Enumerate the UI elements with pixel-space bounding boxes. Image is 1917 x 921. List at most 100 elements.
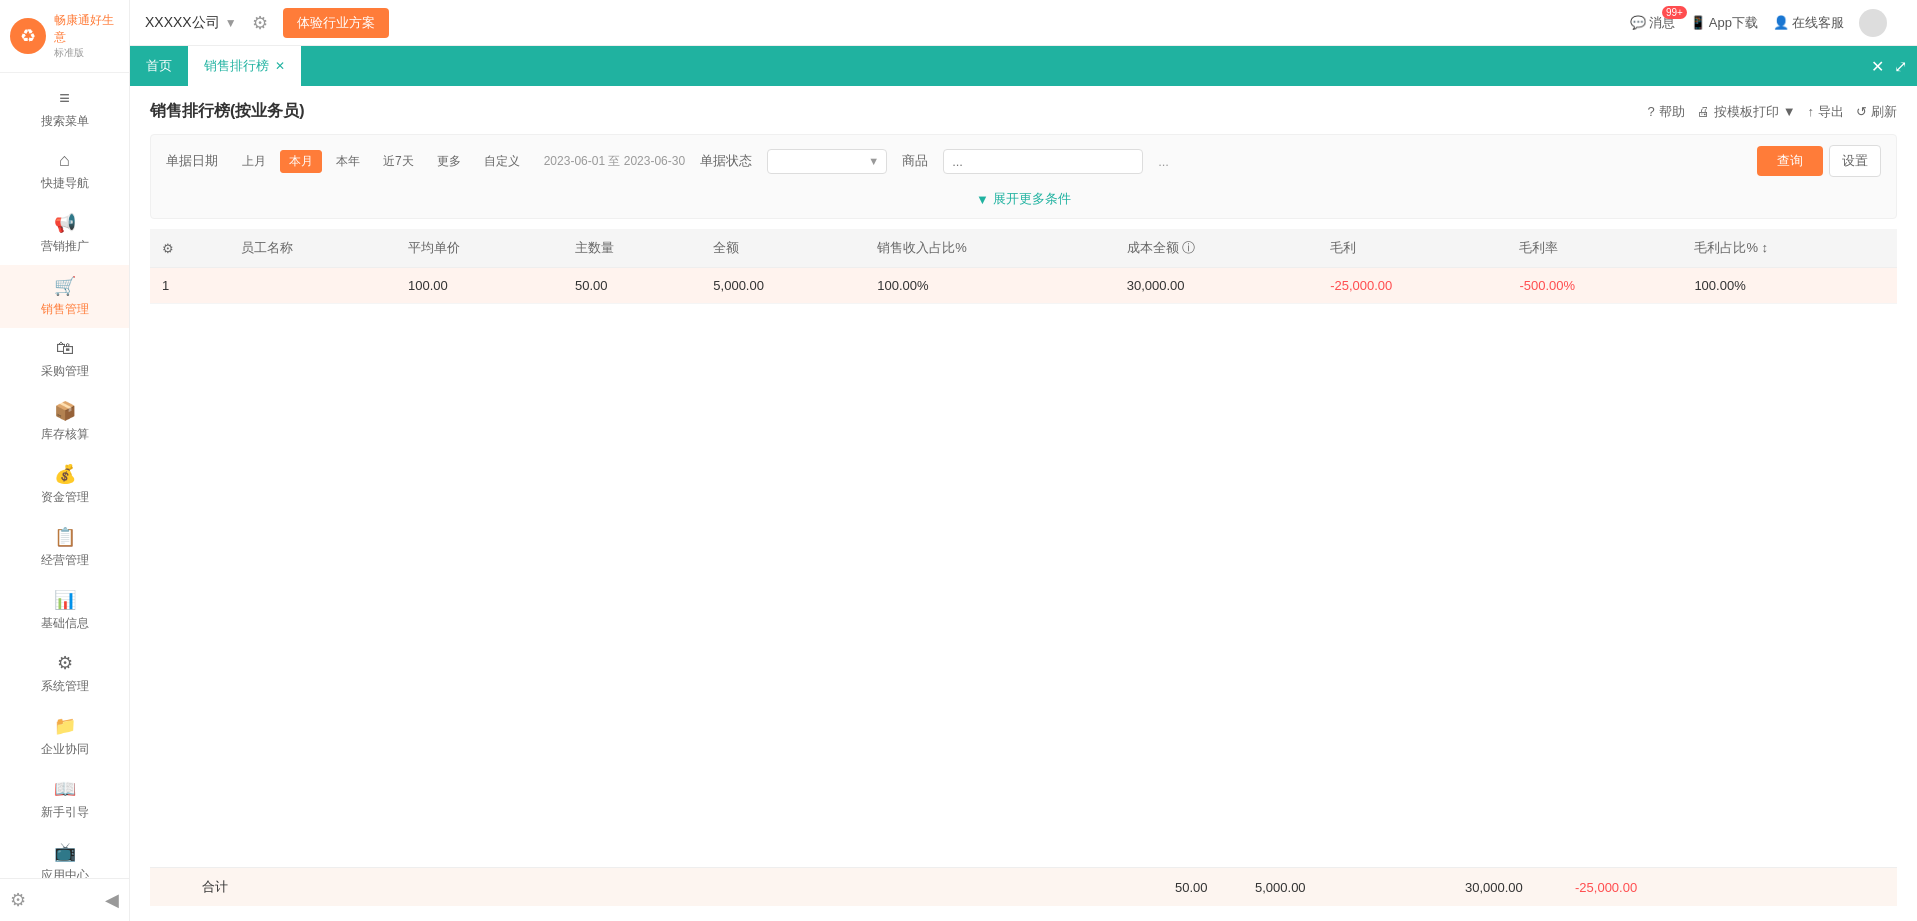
collapse-icon[interactable]: ◀: [105, 889, 119, 911]
app-download-button[interactable]: 📱 App下载: [1690, 14, 1758, 32]
message-icon: 💬: [1630, 15, 1646, 30]
logo-icon: ♻: [10, 18, 46, 54]
logo: ♻ 畅康通好生意 标准版: [0, 0, 129, 73]
main-area: XXXXX公司 ▼ ⚙ 体验行业方案 💬 消息 99+ 📱 App下载 👤 在线…: [130, 0, 1917, 921]
print-button[interactable]: 🖨 按模板打印 ▼: [1697, 103, 1796, 121]
sidebar-label-3: 销售管理: [41, 301, 89, 318]
tab-maximize-icon[interactable]: ⤢: [1894, 57, 1907, 76]
date-btn-this-month[interactable]: 本月: [280, 150, 322, 173]
table-footer-row: 合计 50.00 5,000.00 30,000.00 -25,000.00: [150, 867, 1897, 906]
app-icon: 📱: [1690, 15, 1706, 30]
sidebar-item-0[interactable]: ≡搜索菜单: [0, 78, 129, 140]
table-settings-icon[interactable]: ⚙: [162, 241, 174, 256]
col-gross-pct: 毛利占比% ↕: [1682, 229, 1897, 268]
company-arrow-icon: ▼: [225, 16, 237, 30]
logo-text: 畅康通好生意: [54, 12, 119, 46]
content-spacer: [150, 586, 1897, 868]
print-label: 按模板打印: [1714, 103, 1779, 121]
tab-sales-ranking[interactable]: 销售排行榜 ✕: [188, 46, 301, 86]
status-select-wrapper: ▼: [767, 149, 887, 174]
company-selector[interactable]: XXXXX公司 ▼: [145, 14, 237, 32]
topbar: XXXXX公司 ▼ ⚙ 体验行业方案 💬 消息 99+ 📱 App下载 👤 在线…: [130, 0, 1917, 46]
status-select[interactable]: [767, 149, 887, 174]
help-icon: ?: [1647, 104, 1654, 119]
cost-info-icon[interactable]: ⓘ: [1182, 240, 1195, 255]
sidebar-item-7[interactable]: 📋经营管理: [0, 516, 129, 579]
refresh-label: 刷新: [1871, 103, 1897, 121]
cell-sales-pct-0: 100.00%: [865, 268, 1114, 304]
sidebar-label-2: 营销推广: [41, 238, 89, 255]
col-sales-pct: 销售收入占比%: [865, 229, 1114, 268]
tab-sales-ranking-label: 销售排行榜: [204, 57, 269, 75]
filter-row-1: 单据日期 上月 本月 本年 近7天 更多 自定义 2023-06-01 至 20…: [166, 145, 1881, 177]
expand-label: 展开更多条件: [993, 190, 1071, 208]
sidebar-item-1[interactable]: ⌂ 快捷导航: [0, 140, 129, 202]
refresh-button[interactable]: ↺ 刷新: [1856, 103, 1897, 121]
sidebar-item-4[interactable]: 🛍 采购管理: [0, 328, 129, 390]
sidebar-icon-2: 📢: [54, 212, 76, 234]
avatar[interactable]: [1859, 9, 1887, 37]
sidebar-item-9[interactable]: ⚙系统管理: [0, 642, 129, 705]
export-icon: ↑: [1808, 104, 1815, 119]
sidebar-item-3[interactable]: 🛒 销售管理: [0, 265, 129, 328]
gross-pct-sort-icon[interactable]: ↕: [1762, 240, 1769, 255]
cell-qty-0: 50.00: [563, 268, 701, 304]
sidebar-icon-9: ⚙: [57, 652, 73, 674]
sidebar-item-6[interactable]: 💰资金管理: [0, 453, 129, 516]
tab-home[interactable]: 首页: [130, 46, 188, 86]
date-btn-custom[interactable]: 自定义: [475, 150, 529, 173]
date-btn-more[interactable]: 更多: [428, 150, 470, 173]
footer-label: 合计: [202, 878, 1075, 896]
sidebar-item-11[interactable]: 📖新手引导: [0, 768, 129, 831]
tab-home-label: 首页: [146, 57, 172, 75]
col-amount: 全额: [701, 229, 865, 268]
sidebar-item-10[interactable]: 📁企业协同: [0, 705, 129, 768]
sidebar-item-12[interactable]: 📺 应用中心: [0, 831, 129, 878]
sidebar-item-8[interactable]: 📊基础信息: [0, 579, 129, 642]
col-gross-rate: 毛利率: [1507, 229, 1682, 268]
sidebar-icon-4: 🛍: [56, 338, 74, 359]
data-table: ⚙ 员工名称 平均单价 主数量 全额 销售收入占比% 成本全额 ⓘ 毛利 毛利率…: [150, 229, 1897, 304]
table-head: ⚙ 员工名称 平均单价 主数量 全额 销售收入占比% 成本全额 ⓘ 毛利 毛利率…: [150, 229, 1897, 268]
page-actions: ? 帮助 🖨 按模板打印 ▼ ↑ 导出 ↺ 刷新: [1647, 103, 1897, 121]
sidebar-label-1: 快捷导航: [41, 175, 89, 192]
topbar-settings-icon[interactable]: ⚙: [252, 12, 268, 34]
table-body: 1 100.00 50.00 5,000.00 100.00% 30,000.0…: [150, 268, 1897, 304]
date-btn-last-month[interactable]: 上月: [233, 150, 275, 173]
settings-icon[interactable]: ⚙: [10, 889, 26, 911]
logo-sub: 标准版: [54, 46, 119, 60]
online-service-button[interactable]: 👤 在线客服: [1773, 14, 1844, 32]
cell-cost-0: 30,000.00: [1115, 268, 1318, 304]
sidebar-icon-1: ⌂: [59, 150, 70, 171]
trial-button[interactable]: 体验行业方案: [283, 8, 389, 38]
tab-close-icon[interactable]: ✕: [275, 59, 285, 73]
sidebar-icon-3: 🛒: [54, 275, 76, 297]
date-filter-buttons: 上月 本月 本年 近7天 更多 自定义: [233, 150, 529, 173]
sidebar-icon-5: 📦: [54, 400, 76, 422]
export-button[interactable]: ↑ 导出: [1808, 103, 1845, 121]
col-name: 员工名称: [229, 229, 396, 268]
cell-gross-pct-0: 100.00%: [1682, 268, 1897, 304]
tab-close-all-icon[interactable]: ✕: [1871, 57, 1884, 76]
expand-filter-button[interactable]: ▼ 展开更多条件: [976, 190, 1071, 208]
date-btn-this-year[interactable]: 本年: [327, 150, 369, 173]
print-arrow-icon: ▼: [1783, 104, 1796, 119]
cell-avg-0: 100.00: [396, 268, 563, 304]
col-settings: ⚙: [150, 229, 229, 268]
sidebar-icon-7: 📋: [54, 526, 76, 548]
sidebar-item-2[interactable]: 📢 营销推广: [0, 202, 129, 265]
date-btn-7days[interactable]: 近7天: [374, 150, 423, 173]
content: 销售排行榜(按业务员) ? 帮助 🖨 按模板打印 ▼ ↑ 导出: [130, 86, 1917, 921]
tabbar: 首页 销售排行榜 ✕ ✕ ⤢: [130, 46, 1917, 86]
settings-button[interactable]: 设置: [1829, 145, 1881, 177]
goods-input[interactable]: [943, 149, 1143, 174]
sidebar-label-12: 应用中心: [41, 867, 89, 878]
sidebar-item-5[interactable]: 📦库存核算: [0, 390, 129, 453]
query-button[interactable]: 查询: [1757, 146, 1823, 176]
message-button[interactable]: 💬 消息 99+: [1630, 14, 1675, 32]
sidebar-icon-12: 📺: [54, 841, 76, 863]
sidebar-icon-0: ≡: [59, 88, 70, 109]
help-button[interactable]: ? 帮助: [1647, 103, 1684, 121]
col-gross: 毛利: [1318, 229, 1507, 268]
sidebar-label-4: 采购管理: [41, 363, 89, 380]
